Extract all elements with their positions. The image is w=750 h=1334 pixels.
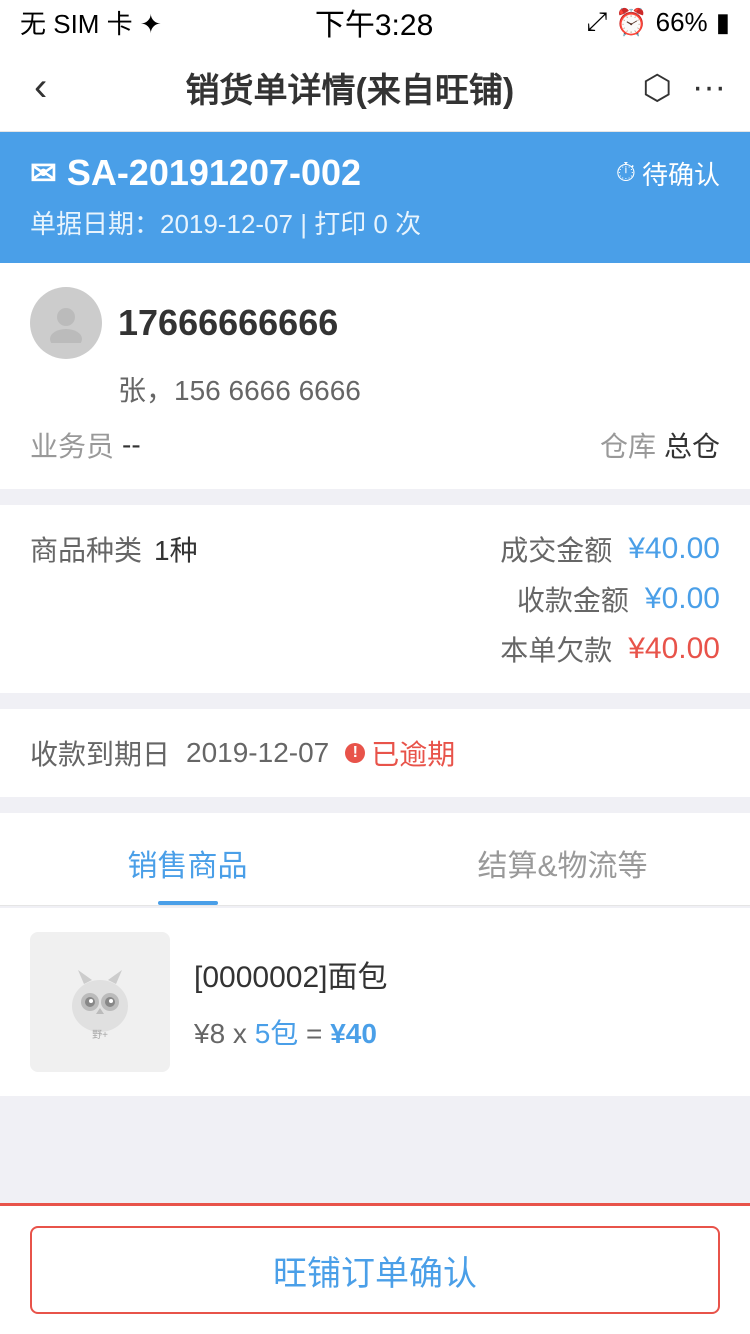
due-date-value: 2019-12-07 (186, 737, 329, 769)
status-left: 无 SIM 卡 ✦ (20, 4, 162, 41)
amount-line-3: 本单欠款 ¥40.00 (500, 629, 720, 669)
battery-icon: ▮ (716, 7, 730, 38)
amount-line-1: 成交金额 ¥40.00 (500, 529, 720, 569)
sim-indicator: 无 SIM 卡 ✦ (20, 4, 162, 41)
category-label: 商品种类 (30, 529, 142, 569)
price-prefix: ¥8 x (194, 1018, 255, 1049)
warehouse-value: 总仓 (664, 425, 720, 465)
customer-section: 17666666666 张，156 6666 6666 业务员 -- 仓库 总仓 (0, 263, 750, 489)
amount-value-3: ¥40.00 (628, 632, 720, 666)
tabs-section: 销售商品 结算&物流等 (0, 813, 750, 906)
sales-rep-value: -- (122, 429, 141, 461)
battery-indicator: 66% (656, 7, 708, 38)
order-status: ⏱ 待确认 (616, 155, 720, 192)
alarm-icon: ⏰ (615, 7, 647, 38)
order-header-card: ✉ SA-20191207-002 ⏱ 待确认 单据日期：2019-12-07 … (0, 132, 750, 263)
order-id: ✉ SA-20191207-002 (30, 152, 361, 194)
overdue-badge: ! 已逾期 (345, 733, 455, 773)
equals-sign: = (298, 1018, 330, 1049)
product-info: [0000002]面包 ¥8 x 5包 = ¥40 (194, 952, 720, 1052)
summary-section: 商品种类 1种 成交金额 ¥40.00 收款金额 ¥0.00 本单欠款 ¥40.… (0, 505, 750, 693)
amount-value-1: ¥40.00 (628, 532, 720, 566)
due-date-label: 收款到期日 (30, 733, 170, 773)
summary-left: 商品种类 1种 (30, 529, 500, 569)
status-right: ⤢ ⏰ 66% ▮ (586, 6, 730, 38)
amount-line-2: 收款金额 ¥0.00 (517, 579, 720, 619)
overdue-text: 已逾期 (371, 733, 455, 773)
svg-text:野+: 野+ (92, 1029, 108, 1041)
summary-right: 成交金额 ¥40.00 收款金额 ¥0.00 本单欠款 ¥40.00 (500, 529, 720, 669)
tabs-row: 销售商品 结算&物流等 (0, 813, 750, 906)
tab-settle[interactable]: 结算&物流等 (375, 813, 750, 905)
bottom-bar: 旺铺订单确认 (0, 1203, 750, 1334)
amount-label-1: 成交金额 (500, 529, 612, 569)
nav-actions: ⬡ ··· (642, 68, 726, 108)
more-button[interactable]: ··· (692, 68, 726, 107)
tab-sales[interactable]: 销售商品 (0, 813, 375, 905)
order-date: 单据日期：2019-12-07 | 打印 0 次 (30, 204, 720, 241)
product-total: ¥40 (330, 1018, 377, 1049)
status-clock-icon: ⏱ (616, 157, 636, 189)
amount-label-2: 收款金额 (517, 579, 629, 619)
customer-name: 张，156 6666 6666 (30, 369, 720, 409)
customer-phone: 17666666666 (118, 302, 338, 344)
page-title: 销货单详情(来自旺铺) (186, 63, 515, 112)
nav-bar: ‹ 销货单详情(来自旺铺) ⬡ ··· (0, 44, 750, 132)
due-date-section: 收款到期日 2019-12-07 ! 已逾期 (0, 709, 750, 797)
warehouse-label: 仓库 (600, 425, 656, 465)
overdue-icon: ! (345, 743, 365, 763)
back-button[interactable]: ‹ (24, 55, 57, 120)
amount-value-2: ¥0.00 (645, 582, 720, 616)
avatar (30, 287, 102, 359)
product-name: [0000002]面包 (194, 952, 720, 996)
product-qty: 5包 (255, 1018, 299, 1049)
product-thumbnail: 野+ (30, 932, 170, 1072)
customer-info-row: 业务员 -- 仓库 总仓 (30, 425, 720, 465)
tab-settle-label: 结算&物流等 (477, 850, 647, 883)
tab-sales-label: 销售商品 (128, 850, 248, 883)
product-section: 野+ [0000002]面包 ¥8 x 5包 = ¥40 (0, 908, 750, 1096)
share-button[interactable]: ⬡ (642, 68, 672, 108)
header-top-row: ✉ SA-20191207-002 ⏱ 待确认 (30, 152, 720, 194)
customer-row: 17666666666 (30, 287, 720, 359)
sales-rep-label: 业务员 (30, 425, 114, 465)
order-icon: ✉ (30, 154, 57, 192)
location-icon: ⤢ (586, 6, 607, 38)
status-time: 下午3:28 (315, 0, 433, 44)
category-value: 1种 (154, 529, 198, 569)
status-text: 待确认 (642, 155, 720, 192)
amount-label-3: 本单欠款 (500, 629, 612, 669)
status-bar: 无 SIM 卡 ✦ 下午3:28 ⤢ ⏰ 66% ▮ (0, 0, 750, 44)
product-price: ¥8 x 5包 = ¥40 (194, 1012, 720, 1052)
confirm-order-button[interactable]: 旺铺订单确认 (30, 1226, 720, 1314)
order-id-text: SA-20191207-002 (67, 152, 361, 194)
